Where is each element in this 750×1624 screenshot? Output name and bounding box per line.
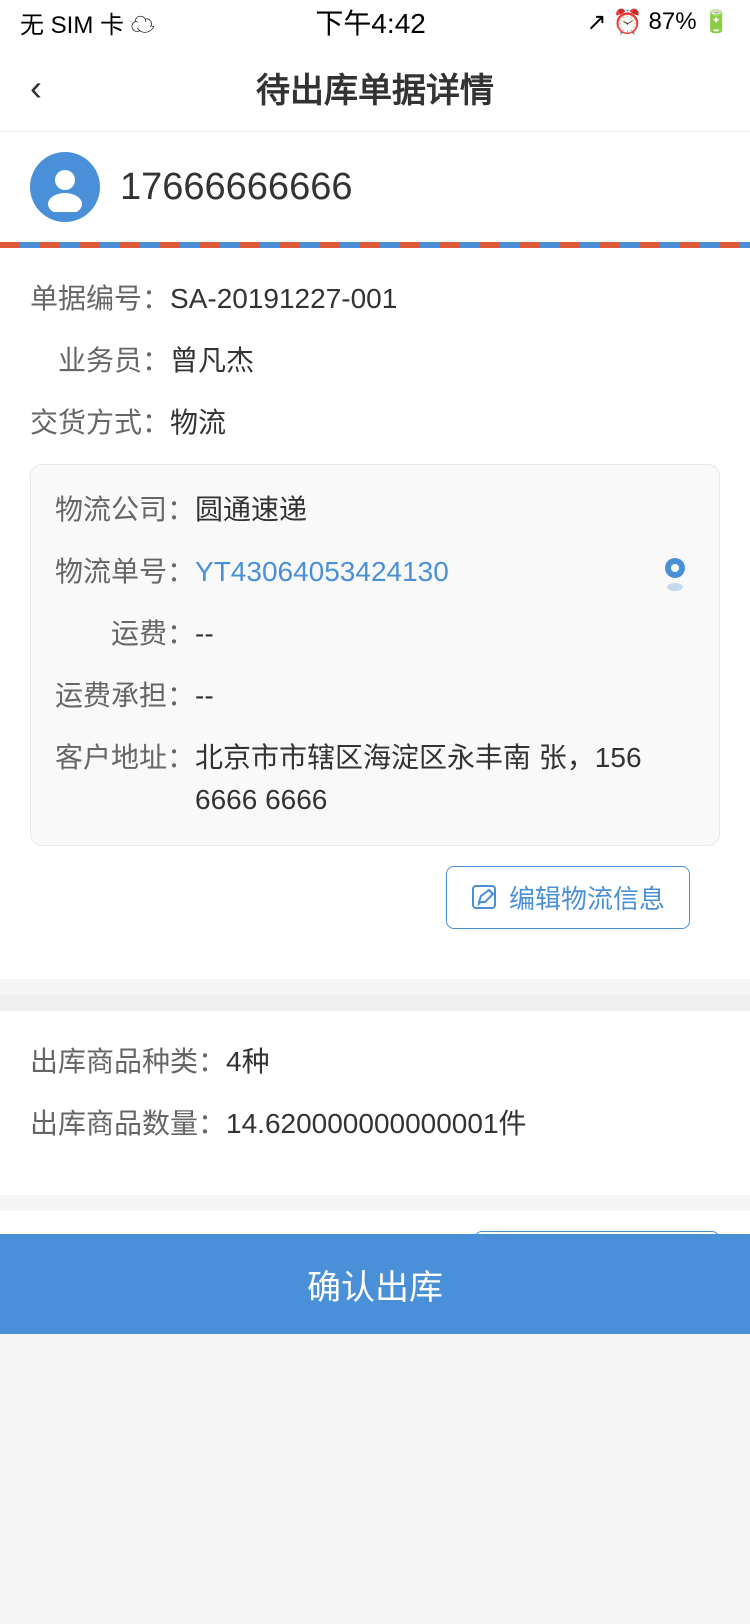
freight-value: -- <box>195 613 695 655</box>
section-separator-1 <box>0 995 750 1011</box>
tracking-no-label: 物流单号： <box>55 551 195 593</box>
status-left: 无 SIM 卡 ☁ <box>20 5 155 40</box>
logistics-card: 物流公司： 圆通速递 物流单号： YT43064053424130 运 <box>30 464 720 846</box>
logistics-company-label: 物流公司： <box>55 489 195 531</box>
goods-type-label: 出库商品种类： <box>30 1041 226 1083</box>
goods-type-row: 出库商品种类： 4种 <box>30 1041 720 1083</box>
battery-icon: 🔋 <box>703 9 730 35</box>
goods-quantity-row: 出库商品数量： 14.620000000000001件 <box>30 1103 720 1145</box>
location-track-icon[interactable] <box>655 551 695 591</box>
battery-level: 87% <box>649 8 697 36</box>
tracking-no-row: 物流单号： YT43064053424130 <box>55 551 695 593</box>
customer-phone: 17666666666 <box>120 166 352 209</box>
customer-header: 17666666666 <box>0 132 750 242</box>
goods-type-value: 4种 <box>226 1041 720 1083</box>
goods-quantity-value: 14.620000000000001件 <box>226 1103 720 1145</box>
avatar <box>30 152 100 222</box>
delivery-value: 物流 <box>170 402 720 444</box>
back-button[interactable]: ‹ <box>30 67 42 109</box>
delivery-row: 交货方式： 物流 <box>30 402 720 444</box>
delivery-label: 交货方式： <box>30 402 170 444</box>
status-time: 下午4:42 <box>315 2 426 42</box>
confirm-label: 确认出库 <box>307 1260 443 1309</box>
page-title: 待出库单据详情 <box>256 63 494 112</box>
freight-bearer-value: -- <box>195 675 695 717</box>
order-info-section: 单据编号： SA-20191227-001 业务员： 曾凡杰 交货方式： 物流 … <box>0 248 750 979</box>
freight-label: 运费： <box>55 613 195 655</box>
user-icon <box>40 162 90 212</box>
tracking-no-value: YT43064053424130 <box>195 551 639 593</box>
bottom-spacer <box>0 1324 750 1524</box>
order-no-value: SA-20191227-001 <box>170 278 720 320</box>
edit-btn-row: 编辑物流信息 <box>30 866 720 959</box>
freight-bearer-row: 运费承担： -- <box>55 675 695 717</box>
customer-address-row: 客户地址： 北京市市辖区海淀区永丰南 张，156 6666 6666 <box>55 737 695 821</box>
edit-logistics-button[interactable]: 编辑物流信息 <box>446 866 690 929</box>
sim-status: 无 SIM 卡 ☁ <box>20 5 155 40</box>
logistics-company-value: 圆通速递 <box>195 489 695 531</box>
staff-value: 曾凡杰 <box>170 340 720 382</box>
edit-logistics-label: 编辑物流信息 <box>509 879 665 916</box>
goods-section: 出库商品种类： 4种 出库商品数量： 14.620000000000001件 <box>0 1011 750 1195</box>
status-right: ↗ ⏰ 87% 🔋 <box>587 8 730 37</box>
order-no-row: 单据编号： SA-20191227-001 <box>30 278 720 320</box>
goods-quantity-label: 出库商品数量： <box>30 1103 226 1145</box>
nav-bar: ‹ 待出库单据详情 <box>0 44 750 132</box>
freight-row: 运费： -- <box>55 613 695 655</box>
staff-row: 业务员： 曾凡杰 <box>30 340 720 382</box>
location-icon: ↗ <box>587 8 607 37</box>
logistics-company-row: 物流公司： 圆通速递 <box>55 489 695 531</box>
confirm-button[interactable]: 确认出库 <box>0 1234 750 1334</box>
alarm-icon: ⏰ <box>613 8 643 37</box>
status-bar: 无 SIM 卡 ☁ 下午4:42 ↗ ⏰ 87% 🔋 <box>0 0 750 44</box>
edit-icon <box>471 884 499 912</box>
freight-bearer-label: 运费承担： <box>55 675 195 717</box>
customer-address-value: 北京市市辖区海淀区永丰南 张，156 6666 6666 <box>195 737 695 821</box>
staff-label: 业务员： <box>30 340 170 382</box>
order-no-label: 单据编号： <box>30 278 170 320</box>
customer-address-label: 客户地址： <box>55 737 195 779</box>
